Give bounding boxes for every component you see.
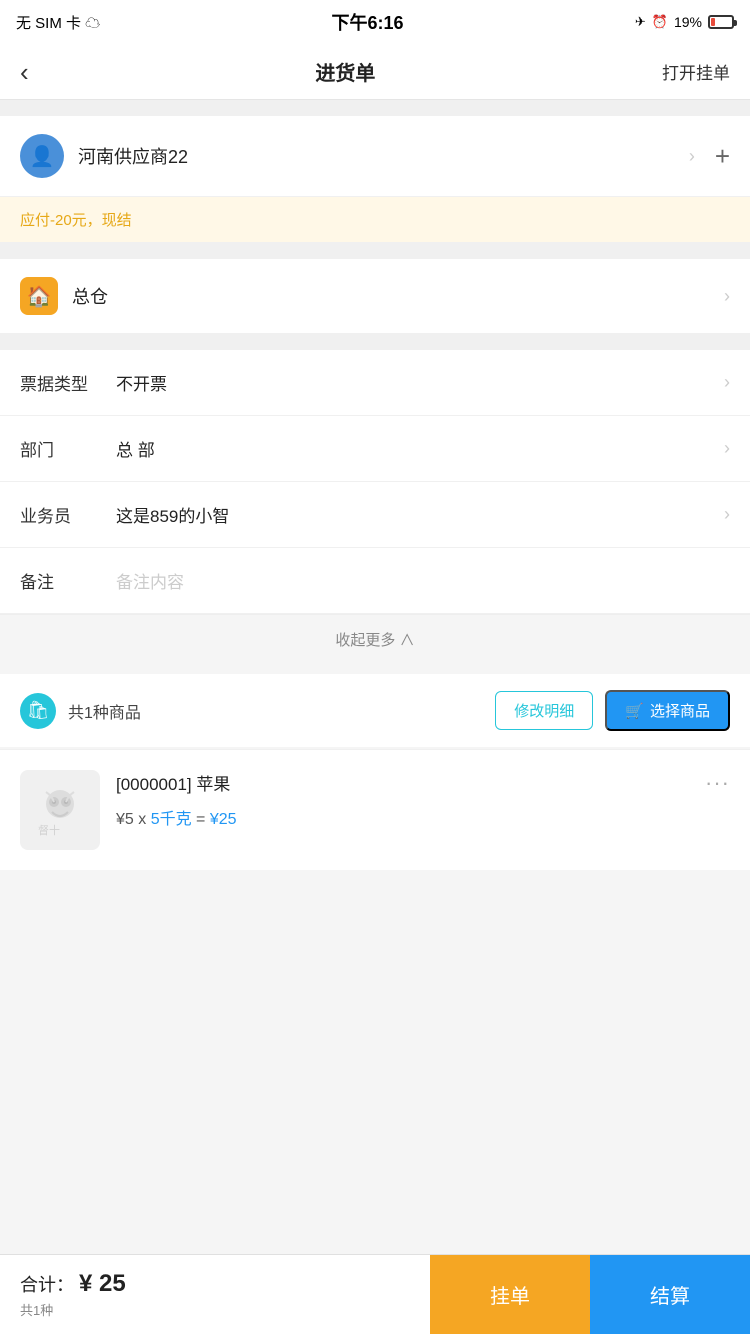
back-button[interactable]: ‹ [20,59,29,85]
bottom-bar: 合计： ¥ 25 共1种 挂单 结算 [0,1254,750,1334]
supplier-section: 👤 河南供应商22 › + 应付-20元，现结 [0,116,750,243]
hang-button[interactable]: 挂单 [430,1255,590,1334]
status-bar: 无 SIM 卡 ☁ 下午6:16 ✈ ⏰ 19% [0,0,750,44]
status-time: 下午6:16 [332,9,404,35]
ticket-value: 不开票 [116,370,724,395]
total-main: 合计： ¥ 25 [20,1270,410,1298]
divider-3 [0,334,750,350]
divider-1 [0,100,750,116]
salesperson-value: 这是859的小智 [116,502,724,527]
pay-button[interactable]: 结算 [590,1255,750,1334]
battery-icon [708,15,734,29]
warehouse-name: 总仓 [72,283,724,309]
product-info: [0000001] 苹果 ¥5 x 5千克 = ¥25 [116,770,695,829]
collapse-toggle[interactable]: 收起更多 ∧ [0,614,750,664]
open-hang-button[interactable]: 打开挂单 [662,59,730,84]
warehouse-icon: 🏠 [20,277,58,315]
department-arrow-icon: › [724,438,730,459]
avatar-icon: 👤 [30,144,55,169]
products-count: 共1种商品 [68,699,483,723]
product-title: 苹果 [196,775,230,794]
salesperson-label: 业务员 [20,502,100,527]
location-icon: ✈ [635,14,646,30]
department-value: 总 部 [116,436,724,461]
alarm-icon: ⏰ [652,14,668,30]
select-product-button[interactable]: 🛒 选择商品 [605,690,730,731]
total-amount: ¥ 25 [79,1270,126,1297]
product-price: ¥5 x 5千克 = ¥25 [116,805,695,829]
department-label: 部门 [20,436,100,461]
product-thumb-image: 督十 [32,782,88,838]
remark-label: 备注 [20,568,100,593]
form-row-department[interactable]: 部门 总 部 › [0,416,750,482]
supplier-avatar: 👤 [20,134,64,178]
form-row-ticket[interactable]: 票据类型 不开票 › [0,350,750,416]
products-icon: 🛍 [20,693,56,729]
form-row-remark[interactable]: 备注 备注内容 [0,548,750,614]
cart-icon: 🛒 [625,702,644,720]
sim-label: 无 SIM 卡 ☁ [16,12,100,33]
select-product-label: 选择商品 [650,700,710,721]
salesperson-arrow-icon: › [724,504,730,525]
warehouse-arrow-icon: › [724,286,730,307]
divider-2 [0,243,750,259]
more-options-button[interactable]: ··· [695,770,730,796]
status-right: ✈ ⏰ 19% [635,14,734,30]
shopping-icon: 🛍 [27,700,50,721]
edit-detail-button[interactable]: 修改明细 [495,691,593,730]
home-icon: 🏠 [27,284,52,309]
product-name: [0000001] 苹果 [116,770,695,795]
svg-text:督十: 督十 [38,823,60,837]
remark-placeholder: 备注内容 [116,568,730,593]
ticket-label: 票据类型 [20,370,100,395]
quantity: 5千克 [151,811,192,828]
ticket-arrow-icon: › [724,372,730,393]
warehouse-section: 🏠 总仓 › [0,259,750,334]
product-item: 督十 [0000001] 苹果 ¥5 x 5千克 = ¥25 ··· [0,749,750,870]
notice-banner: 应付-20元，现结 [0,197,750,243]
equals-sign: = [196,811,210,828]
unit-price: ¥5 x [116,811,151,828]
product-code: [0000001] [116,775,196,794]
supplier-name: 河南供应商22 [78,143,689,169]
total-sub: 共1种 [20,1300,410,1319]
page-title: 进货单 [315,57,375,86]
products-header: 🛍 共1种商品 修改明细 🛒 选择商品 [0,674,750,747]
bottom-total: 合计： ¥ 25 共1种 [0,1255,430,1334]
supplier-row[interactable]: 👤 河南供应商22 › + [0,116,750,197]
battery-label: 19% [674,14,702,30]
bottom-spacer [0,870,750,960]
add-supplier-button[interactable]: + [715,141,730,172]
form-row-salesperson[interactable]: 业务员 这是859的小智 › [0,482,750,548]
total-label: 合计： [20,1275,74,1295]
form-section: 票据类型 不开票 › 部门 总 部 › 业务员 这是859的小智 › 备注 备注… [0,350,750,664]
product-thumbnail: 督十 [20,770,100,850]
warehouse-row[interactable]: 🏠 总仓 › [0,259,750,334]
total-price: ¥25 [210,811,237,828]
status-left: 无 SIM 卡 ☁ [16,12,100,33]
supplier-arrow-icon: › [689,146,695,167]
nav-bar: ‹ 进货单 打开挂单 [0,44,750,100]
